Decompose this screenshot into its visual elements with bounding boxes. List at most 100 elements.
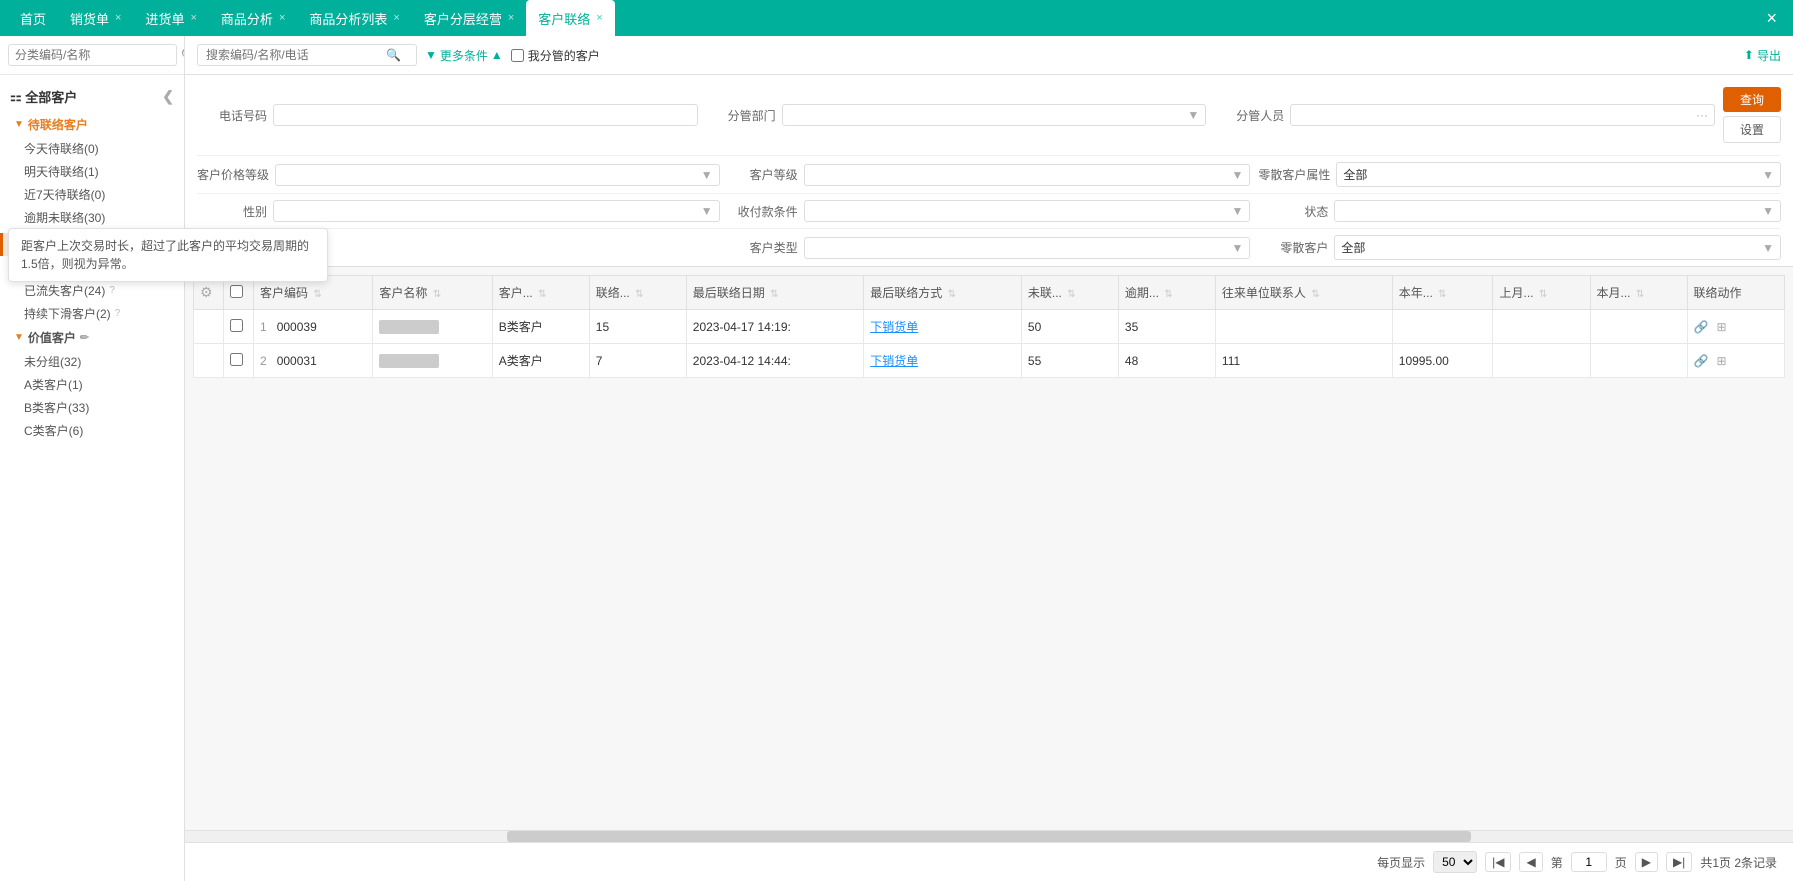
sidebar-item-class-b[interactable]: B类客户(33) xyxy=(0,396,184,419)
main-search-icon[interactable]: 🔍 xyxy=(386,48,401,62)
grid-icon: ⚏ xyxy=(10,89,22,105)
sort-name-icon[interactable]: ⇅ xyxy=(433,289,441,300)
price-grade-select[interactable]: ▼ xyxy=(275,164,720,186)
nav-purchase-order[interactable]: 进货单 × xyxy=(133,0,208,36)
sidebar-item-declining-customers[interactable]: 持续下滑客户(2) ? xyxy=(0,302,184,325)
status-chevron-icon: ▼ xyxy=(1762,204,1774,218)
retail-attr-select[interactable]: 全部 ▼ xyxy=(1336,162,1781,187)
nav-product-analysis-list-close[interactable]: × xyxy=(393,12,399,24)
sort-thismonth-icon[interactable]: ⇅ xyxy=(1636,289,1644,300)
pagination-bar: 每页显示 50 |◀ ◀ 第 页 ▶ ▶| 共1页 2条记录 xyxy=(185,842,1793,881)
page-number-input[interactable] xyxy=(1571,852,1607,872)
query-button[interactable]: 查询 xyxy=(1723,87,1781,112)
prev-page-button[interactable]: ◀ xyxy=(1519,852,1542,872)
horizontal-scrollbar-thumb[interactable] xyxy=(507,831,1472,842)
nav-purchase-order-close[interactable]: × xyxy=(190,12,196,24)
row2-link-icon[interactable]: 🔗 xyxy=(1694,354,1709,368)
manager-select[interactable]: ··· xyxy=(1290,104,1715,126)
sort-contact-icon[interactable]: ⇅ xyxy=(635,289,643,300)
row1-link-icon[interactable]: 🔗 xyxy=(1694,320,1709,334)
main-search-input[interactable] xyxy=(206,48,386,62)
per-page-select[interactable]: 50 xyxy=(1433,851,1477,873)
sort-year-icon[interactable]: ⇅ xyxy=(1438,289,1446,300)
sidebar-item-class-a[interactable]: A类客户(1) xyxy=(0,373,184,396)
customer-grade-select[interactable]: ▼ xyxy=(804,164,1251,186)
nav-product-analysis-list[interactable]: 商品分析列表 × xyxy=(297,0,411,36)
sort-overdue-icon[interactable]: ⇅ xyxy=(1164,289,1172,300)
retail-attr-chevron-icon: ▼ xyxy=(1762,168,1774,182)
row1-select-checkbox[interactable] xyxy=(230,319,243,332)
sort-date-icon[interactable]: ⇅ xyxy=(770,289,778,300)
value-arrow-icon: ▼ xyxy=(14,332,24,343)
more-conditions-button[interactable]: ▼ 更多条件 ▲ xyxy=(425,47,503,64)
nav-customer-tiering-close[interactable]: × xyxy=(508,12,514,24)
filter-cell-retail-customer: 零散客户 全部 ▼ xyxy=(1258,235,1781,260)
row1-checkbox[interactable] xyxy=(224,310,254,344)
row2-checkbox[interactable] xyxy=(224,344,254,378)
top-nav: 首页 销货单 × 进货单 × 商品分析 × 商品分析列表 × 客户分层经营 × … xyxy=(0,0,1793,36)
row2-more-icon[interactable]: ⊞ xyxy=(1716,354,1726,368)
customer-type-select[interactable]: ▼ xyxy=(804,237,1251,259)
nav-customer-tiering[interactable]: 客户分层经营 × xyxy=(412,0,526,36)
nav-product-analysis-close[interactable]: × xyxy=(279,12,285,24)
last-page-button[interactable]: ▶| xyxy=(1666,852,1692,872)
status-select[interactable]: ▼ xyxy=(1334,200,1781,222)
category-search-input[interactable] xyxy=(8,44,177,66)
next-page-button[interactable]: ▶ xyxy=(1635,852,1658,872)
first-page-button[interactable]: |◀ xyxy=(1485,852,1511,872)
table-row: 2 000031 A类客户 7 xyxy=(194,344,1785,378)
row1-more-icon[interactable]: ⊞ xyxy=(1716,320,1726,334)
dept-chevron-icon: ▼ xyxy=(1187,108,1199,122)
select-all-checkbox[interactable] xyxy=(230,285,243,298)
gender-select[interactable]: ▼ xyxy=(273,200,720,222)
filter-cell-customer-type: 客户类型 ▼ xyxy=(728,237,1251,259)
nav-home[interactable]: 首页 xyxy=(8,0,58,36)
retail-customer-select[interactable]: 全部 ▼ xyxy=(1334,235,1781,260)
row1-action-icons: 🔗 ⊞ xyxy=(1694,320,1778,334)
sidebar-item-overdue-pending[interactable]: 逾期未联络(30) xyxy=(0,206,184,229)
sort-type-icon[interactable]: ⇅ xyxy=(538,289,546,300)
window-close-button[interactable]: × xyxy=(1758,8,1785,29)
nav-sales-order-close[interactable]: × xyxy=(115,12,121,24)
nav-customer-contact-close[interactable]: × xyxy=(596,12,602,24)
filter-cell-manager: 分管人员 ··· xyxy=(1214,104,1715,126)
nav-customer-contact[interactable]: 客户联络 × xyxy=(526,0,614,36)
filter-toolbar: 🔍 ▼ 更多条件 ▲ 我分管的客户 ⬆ 导出 xyxy=(185,36,1793,75)
sort-code-icon[interactable]: ⇅ xyxy=(313,289,321,300)
row2-select-checkbox[interactable] xyxy=(230,353,243,366)
phone-input[interactable] xyxy=(273,104,698,126)
row1-last-method: 下销货单 xyxy=(864,310,1022,344)
row2-name xyxy=(373,344,492,378)
export-button[interactable]: ⬆ 导出 xyxy=(1744,47,1781,64)
sidebar-item-unclassified[interactable]: 未分组(32) xyxy=(0,350,184,373)
sort-method-icon[interactable]: ⇅ xyxy=(948,289,956,300)
chevron-up-icon: ▲ xyxy=(491,48,503,62)
sidebar-item-tomorrow-pending[interactable]: 明天待联络(1) xyxy=(0,160,184,183)
value-section-edit-icon[interactable]: ✏ xyxy=(80,331,89,344)
sidebar-item-today-pending[interactable]: 今天待联络(0) xyxy=(0,137,184,160)
value-section: ▼ 价值客户 ✏ 未分组(32) A类客户(1) B类客户(33) C类客户(6… xyxy=(0,325,184,442)
table-settings-icon[interactable]: ⚙ xyxy=(200,284,213,300)
horizontal-scrollbar[interactable] xyxy=(185,830,1793,842)
sort-uncontacted-icon[interactable]: ⇅ xyxy=(1067,289,1075,300)
sidebar-item-class-c[interactable]: C类客户(6) xyxy=(0,419,184,442)
filter-cell-price-grade: 客户价格等级 ▼ xyxy=(197,164,720,186)
sidebar-item-7day-pending[interactable]: 近7天待联络(0) xyxy=(0,183,184,206)
my-customers-checkbox-label[interactable]: 我分管的客户 xyxy=(511,47,600,64)
payment-select[interactable]: ▼ xyxy=(804,200,1251,222)
pending-section-title[interactable]: ▼ 待联络客户 xyxy=(0,112,184,137)
nav-sales-order[interactable]: 销货单 × xyxy=(58,0,133,36)
sidebar-collapse-btn[interactable]: ❮ xyxy=(162,88,174,105)
pending-section: ▼ 待联络客户 今天待联络(0) 明天待联络(1) 近7天待联络(0) 逾期未联… xyxy=(0,112,184,229)
nav-product-analysis[interactable]: 商品分析 × xyxy=(209,0,297,36)
my-customers-checkbox[interactable] xyxy=(511,49,524,62)
main-search-box: 🔍 xyxy=(197,44,417,66)
row1-last-month xyxy=(1493,310,1590,344)
dept-select[interactable]: ▼ xyxy=(782,104,1207,126)
sort-lastmonth-icon[interactable]: ⇅ xyxy=(1539,289,1547,300)
sort-person-icon[interactable]: ⇅ xyxy=(1311,289,1319,300)
filter-cell-customer-grade: 客户等级 ▼ xyxy=(728,164,1251,186)
sidebar-item-lost-customers[interactable]: 已流失客户(24) ? xyxy=(0,279,184,302)
row2-contact-person: 111 xyxy=(1215,344,1392,378)
settings-button[interactable]: 设置 xyxy=(1723,116,1781,143)
